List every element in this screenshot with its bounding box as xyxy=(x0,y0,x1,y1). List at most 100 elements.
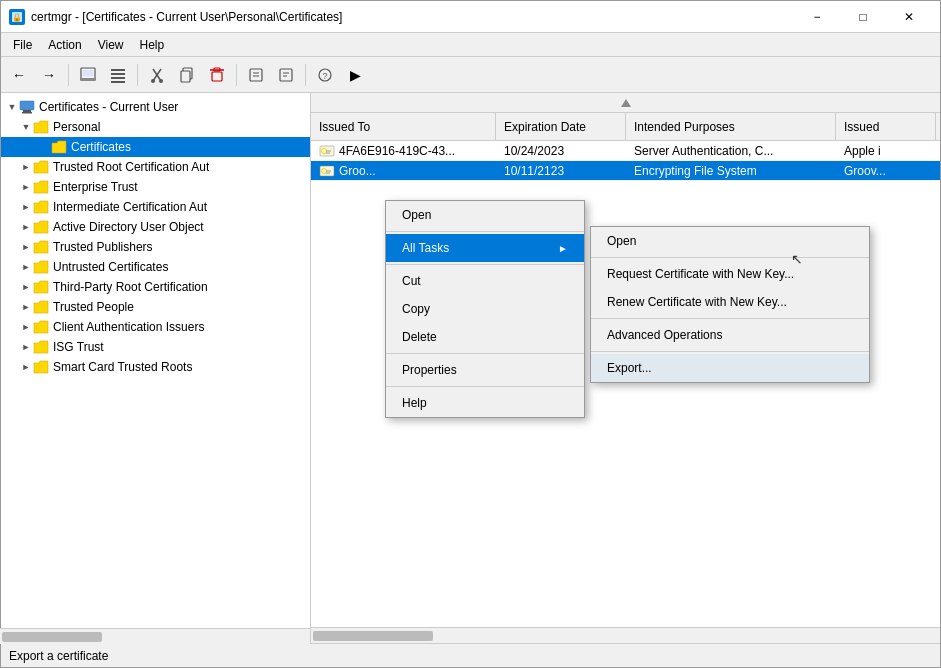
list-button[interactable] xyxy=(104,61,132,89)
tree-node-intermediate-ca-label: Intermediate Certification Aut xyxy=(53,200,207,214)
table-row[interactable]: 4FA6E916-419C-43... 10/24/2023 Server Au… xyxy=(311,141,940,161)
header-issued-by[interactable]: Issued xyxy=(836,113,936,140)
expand-trusted-people-icon: ► xyxy=(19,300,33,314)
expand-client-auth-icon: ► xyxy=(19,320,33,334)
header-purposes[interactable]: Intended Purposes xyxy=(626,113,836,140)
tree-node-trusted-root-label: Trusted Root Certification Aut xyxy=(53,160,209,174)
cert-icon-2 xyxy=(319,163,335,179)
svg-rect-21 xyxy=(280,69,292,81)
ctx-copy[interactable]: Copy xyxy=(386,295,584,323)
tree-node-enterprise[interactable]: ► Enterprise Trust xyxy=(1,177,310,197)
header-expiry[interactable]: Expiration Date xyxy=(496,113,626,140)
sub-request-new[interactable]: Request Certificate with New Key... xyxy=(591,260,869,288)
issued-to-value-2: Groo... xyxy=(339,164,376,178)
folder-trusted-people-icon xyxy=(33,299,49,315)
title-bar: 🔒 certmgr - [Certificates - Current User… xyxy=(1,1,940,33)
folder-personal-icon xyxy=(33,119,49,135)
ctx-help[interactable]: Help xyxy=(386,389,584,417)
header-issued-to[interactable]: Issued To xyxy=(311,113,496,140)
tree-node-trusted-people[interactable]: ► Trusted People xyxy=(1,297,310,317)
expand-smart-card-icon: ► xyxy=(19,360,33,374)
svg-rect-26 xyxy=(20,101,34,110)
tree-node-trusted-publishers[interactable]: ► Trusted Publishers xyxy=(1,237,310,257)
tree-node-ad-user-label: Active Directory User Object xyxy=(53,220,204,234)
tree-node-third-party-label: Third-Party Root Certification xyxy=(53,280,208,294)
svg-text:🔒: 🔒 xyxy=(12,12,22,22)
run-button[interactable]: ▶ xyxy=(341,61,369,89)
tree-node-isg-trust[interactable]: ► ISG Trust xyxy=(1,337,310,357)
sub-sep-2 xyxy=(591,318,869,319)
tree-node-trusted-root[interactable]: ► Trusted Root Certification Aut xyxy=(1,157,310,177)
sort-indicator xyxy=(311,93,940,113)
folder-enterprise-icon xyxy=(33,179,49,195)
sub-advanced[interactable]: Advanced Operations xyxy=(591,321,869,349)
tree-root[interactable]: ▼ Certificates - Current User xyxy=(1,97,310,117)
svg-text:?: ? xyxy=(322,71,327,81)
expand-certificates-icon xyxy=(37,140,51,154)
svg-rect-5 xyxy=(111,69,125,71)
ctx-all-tasks[interactable]: All Tasks ► xyxy=(386,234,584,262)
sub-open[interactable]: Open xyxy=(591,227,869,255)
maximize-button[interactable]: □ xyxy=(840,1,886,33)
cell-issued-by-2: Groov... xyxy=(836,164,936,178)
svg-point-12 xyxy=(159,79,163,83)
up-button[interactable] xyxy=(74,61,102,89)
tree-node-trusted-publishers-label: Trusted Publishers xyxy=(53,240,153,254)
expand-ad-user-icon: ► xyxy=(19,220,33,234)
svg-rect-18 xyxy=(250,69,262,81)
sub-sep-1 xyxy=(591,257,869,258)
menu-action[interactable]: Action xyxy=(40,33,89,56)
sub-export[interactable]: Export... xyxy=(591,354,869,382)
menu-bar: File Action View Help xyxy=(1,33,940,57)
cert-icon-1 xyxy=(319,143,335,159)
sub-renew-new[interactable]: Renew Certificate with New Key... xyxy=(591,288,869,316)
ctx-delete[interactable]: Delete xyxy=(386,323,584,351)
minimize-button[interactable]: − xyxy=(794,1,840,33)
folder-smart-card-icon xyxy=(33,359,49,375)
tree-node-smart-card[interactable]: ► Smart Card Trusted Roots xyxy=(1,357,310,377)
delete-button[interactable] xyxy=(203,61,231,89)
tree-node-untrusted-label: Untrusted Certificates xyxy=(53,260,168,274)
horizontal-scrollbar[interactable] xyxy=(311,627,940,643)
folder-ad-user-icon xyxy=(33,219,49,235)
cell-issued-to-2: Groo... xyxy=(311,163,496,179)
tree-node-untrusted[interactable]: ► Untrusted Certificates xyxy=(1,257,310,277)
tree-node-personal[interactable]: ▼ Personal xyxy=(1,117,310,137)
ctx-open[interactable]: Open xyxy=(386,201,584,229)
cell-expiry-1: 10/24/2023 xyxy=(496,144,626,158)
tree-node-third-party[interactable]: ► Third-Party Root Certification xyxy=(1,277,310,297)
export-button[interactable] xyxy=(272,61,300,89)
folder-client-auth-icon xyxy=(33,319,49,335)
expand-isg-trust-icon: ► xyxy=(19,340,33,354)
ctx-properties[interactable]: Properties xyxy=(386,356,584,384)
tree-node-certificates[interactable]: Certificates xyxy=(1,137,310,157)
list-header: Issued To Expiration Date Intended Purpo… xyxy=(311,113,940,141)
tree-node-intermediate-ca[interactable]: ► Intermediate Certification Aut xyxy=(1,197,310,217)
menu-view[interactable]: View xyxy=(90,33,132,56)
menu-file[interactable]: File xyxy=(5,33,40,56)
cut-button[interactable] xyxy=(143,61,171,89)
close-button[interactable]: ✕ xyxy=(886,1,932,33)
tree-root-label: Certificates - Current User xyxy=(39,100,178,114)
svg-rect-4 xyxy=(80,78,96,81)
menu-help[interactable]: Help xyxy=(132,33,173,56)
svg-rect-15 xyxy=(212,72,222,81)
scrollbar-thumb[interactable] xyxy=(313,631,433,641)
properties-button[interactable] xyxy=(242,61,270,89)
help-button[interactable]: ? xyxy=(311,61,339,89)
tree-scrollbar-thumb[interactable] xyxy=(2,632,102,642)
forward-button[interactable]: → xyxy=(35,61,63,89)
back-button[interactable]: ← xyxy=(5,61,33,89)
toolbar-separator-2 xyxy=(137,64,138,86)
tree-node-ad-user[interactable]: ► Active Directory User Object xyxy=(1,217,310,237)
ctx-cut[interactable]: Cut xyxy=(386,267,584,295)
copy-button[interactable] xyxy=(173,61,201,89)
tree-node-client-auth[interactable]: ► Client Authentication Issuers xyxy=(1,317,310,337)
svg-marker-29 xyxy=(621,99,631,107)
tree-scrollbar[interactable] xyxy=(0,628,310,644)
table-row[interactable]: Groo... 10/11/2123 Encrypting File Syste… xyxy=(311,161,940,181)
tree-node-trusted-people-label: Trusted People xyxy=(53,300,134,314)
toolbar: ← → ? ▶ xyxy=(1,57,940,93)
cell-purposes-2: Encrypting File System xyxy=(626,164,836,178)
folder-certificates-icon xyxy=(51,139,67,155)
